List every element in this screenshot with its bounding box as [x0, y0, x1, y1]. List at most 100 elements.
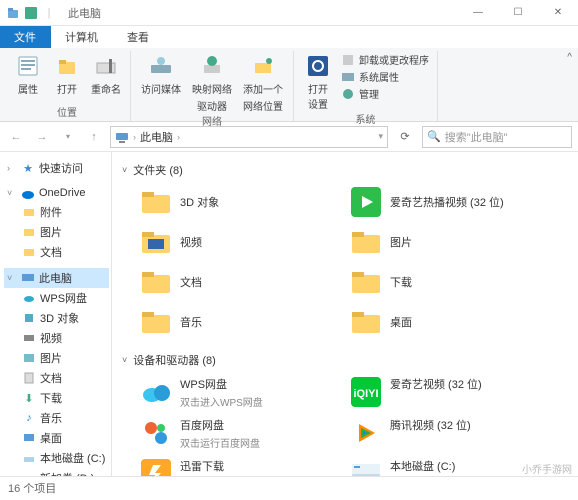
folder-icon — [140, 186, 172, 218]
drive-icon — [22, 451, 36, 465]
close-button[interactable]: ✕ — [538, 0, 578, 26]
drive-item[interactable]: iQIYI爱奇艺视频 (32 位) — [346, 372, 556, 413]
drive-name: WPS网盘 — [180, 376, 342, 392]
chevron-right-icon[interactable]: › — [7, 163, 17, 173]
tree-onedrive[interactable]: ˅OneDrive — [4, 184, 109, 202]
tree-item[interactable]: 附件 — [4, 202, 109, 222]
tab-file[interactable]: 文件 — [0, 26, 51, 48]
add-network-location-button[interactable]: 添加一个网络位置 — [239, 51, 287, 113]
folder-item[interactable]: 音乐 — [136, 302, 346, 342]
drive-item[interactable]: 百度网盘双击运行百度网盘 — [136, 413, 346, 454]
folder-item[interactable]: 爱奇艺热播视频 (32 位) — [346, 182, 556, 222]
statusbar: 16 个项目 — [0, 476, 578, 498]
up-button[interactable]: ↑ — [84, 127, 104, 147]
uninstall-programs-button[interactable]: 卸载或更改程序 — [339, 51, 431, 68]
folder-item[interactable]: 下载 — [346, 262, 556, 302]
drive-icon — [140, 458, 172, 476]
drive-item[interactable]: WPS网盘双击进入WPS网盘 — [136, 372, 346, 413]
tree-item[interactable]: WPS网盘 — [4, 288, 109, 308]
chevron-right-icon: › — [177, 132, 180, 142]
drive-name: 迅雷下载 — [180, 458, 342, 474]
ribbon: 属性 打开 重命名 位置 访问媒体 映射网络驱动器 添加一个网络位置 网络 打开… — [0, 48, 578, 122]
drives-group-header[interactable]: ˅设备和驱动器 (8) — [116, 348, 574, 372]
window-title: 此电脑 — [68, 5, 101, 21]
properties-button[interactable]: 属性 — [10, 51, 46, 96]
computer-icon — [21, 271, 35, 285]
access-media-button[interactable]: 访问媒体 — [137, 51, 185, 96]
ribbon-group-location: 属性 打开 重命名 位置 — [4, 51, 131, 121]
folder-name: 音乐 — [180, 314, 202, 330]
drive-item[interactable]: 迅雷下载 — [136, 454, 346, 476]
chevron-down-icon[interactable]: ˅ — [7, 273, 17, 283]
system-properties-button[interactable]: 系统属性 — [339, 68, 431, 85]
drive-icon: iQIYI — [350, 376, 382, 408]
folder-icon — [22, 205, 36, 219]
tree-item[interactable]: 本地磁盘 (C:) — [4, 448, 109, 468]
drive-icon — [140, 417, 172, 449]
tab-computer[interactable]: 计算机 — [51, 26, 113, 48]
folder-name: 桌面 — [390, 314, 412, 330]
nav-tree: ›★快速访问 ˅OneDrive 附件 图片 文档 ˅此电脑 WPS网盘 3D … — [0, 152, 112, 476]
tab-view[interactable]: 查看 — [113, 26, 164, 48]
tree-item[interactable]: 图片 — [4, 222, 109, 242]
maximize-button[interactable]: ☐ — [498, 0, 538, 26]
manage-button[interactable]: 管理 — [339, 85, 431, 102]
folder-item[interactable]: 桌面 — [346, 302, 556, 342]
history-dropdown[interactable]: ▾ — [58, 127, 78, 147]
tree-item[interactable]: 3D 对象 — [4, 308, 109, 328]
tree-item[interactable]: 文档 — [4, 242, 109, 262]
chevron-right-icon: › — [133, 132, 136, 142]
chevron-down-icon: ˅ — [122, 355, 127, 365]
desktop-icon — [22, 431, 36, 445]
back-button[interactable]: ← — [6, 127, 26, 147]
video-icon — [22, 331, 36, 345]
folder-item[interactable]: 图片 — [346, 222, 556, 262]
breadcrumb[interactable]: › 此电脑 › ▾ — [110, 126, 388, 148]
address-bar: ← → ▾ ↑ › 此电脑 › ▾ ⟳ 🔍 搜索"此电脑" — [0, 122, 578, 152]
ribbon-tabs: 文件 计算机 查看 — [0, 26, 578, 48]
drive-icon — [350, 458, 382, 476]
ribbon-group-system: 打开 设置 卸载或更改程序 系统属性 管理 系统 — [294, 51, 438, 121]
map-drive-button[interactable]: 映射网络驱动器 — [188, 51, 236, 113]
tree-item[interactable]: 视频 — [4, 328, 109, 348]
folder-icon — [22, 245, 36, 259]
tree-item[interactable]: ♪音乐 — [4, 408, 109, 428]
folder-item[interactable]: 3D 对象 — [136, 182, 346, 222]
tree-item[interactable]: 文档 — [4, 368, 109, 388]
breadcrumb-item[interactable]: 此电脑 — [140, 129, 173, 145]
tree-item[interactable]: 新加卷 (D:) — [4, 468, 109, 476]
drive-item[interactable]: 腾讯视频 (32 位) — [346, 413, 556, 454]
refresh-button[interactable]: ⟳ — [394, 126, 416, 148]
folder-icon — [350, 186, 382, 218]
folder-icon — [350, 226, 382, 258]
drive-name: 百度网盘 — [180, 417, 342, 433]
tree-quick-access[interactable]: ›★快速访问 — [4, 158, 109, 178]
forward-button[interactable]: → — [32, 127, 52, 147]
folder-icon — [350, 306, 382, 338]
search-input[interactable]: 🔍 搜索"此电脑" — [422, 126, 572, 148]
open-settings-button[interactable]: 打开 设置 — [300, 51, 336, 111]
tree-item[interactable]: 桌面 — [4, 428, 109, 448]
open-button[interactable]: 打开 — [49, 51, 85, 96]
folders-group-header[interactable]: ˅文件夹 (8) — [116, 158, 574, 182]
collapse-ribbon-icon[interactable]: ^ — [567, 52, 572, 63]
drive-icon — [22, 471, 36, 476]
chevron-down-icon[interactable]: ˅ — [7, 188, 17, 198]
computer-icon — [115, 130, 129, 144]
qat-save-icon[interactable] — [24, 6, 38, 20]
content-pane: ˅文件夹 (8) 3D 对象爱奇艺热播视频 (32 位)视频 图片文档下载音乐 桌面… — [112, 152, 578, 476]
folder-name: 图片 — [390, 234, 412, 250]
breadcrumb-dropdown-icon[interactable]: ▾ — [378, 131, 383, 142]
drive-status: 双击进入WPS网盘 — [180, 394, 342, 409]
folder-item[interactable]: 视频 — [136, 222, 346, 262]
drive-name: 腾讯视频 (32 位) — [390, 417, 552, 433]
cloud-icon — [21, 186, 35, 200]
tree-this-pc[interactable]: ˅此电脑 — [4, 268, 109, 288]
group-network-label: 网络 — [202, 113, 222, 130]
rename-button[interactable]: 重命名 — [88, 51, 124, 96]
folder-item[interactable]: 文档 — [136, 262, 346, 302]
folder-icon — [22, 225, 36, 239]
tree-item[interactable]: 图片 — [4, 348, 109, 368]
minimize-button[interactable]: — — [458, 0, 498, 26]
tree-item[interactable]: ⬇下载 — [4, 388, 109, 408]
